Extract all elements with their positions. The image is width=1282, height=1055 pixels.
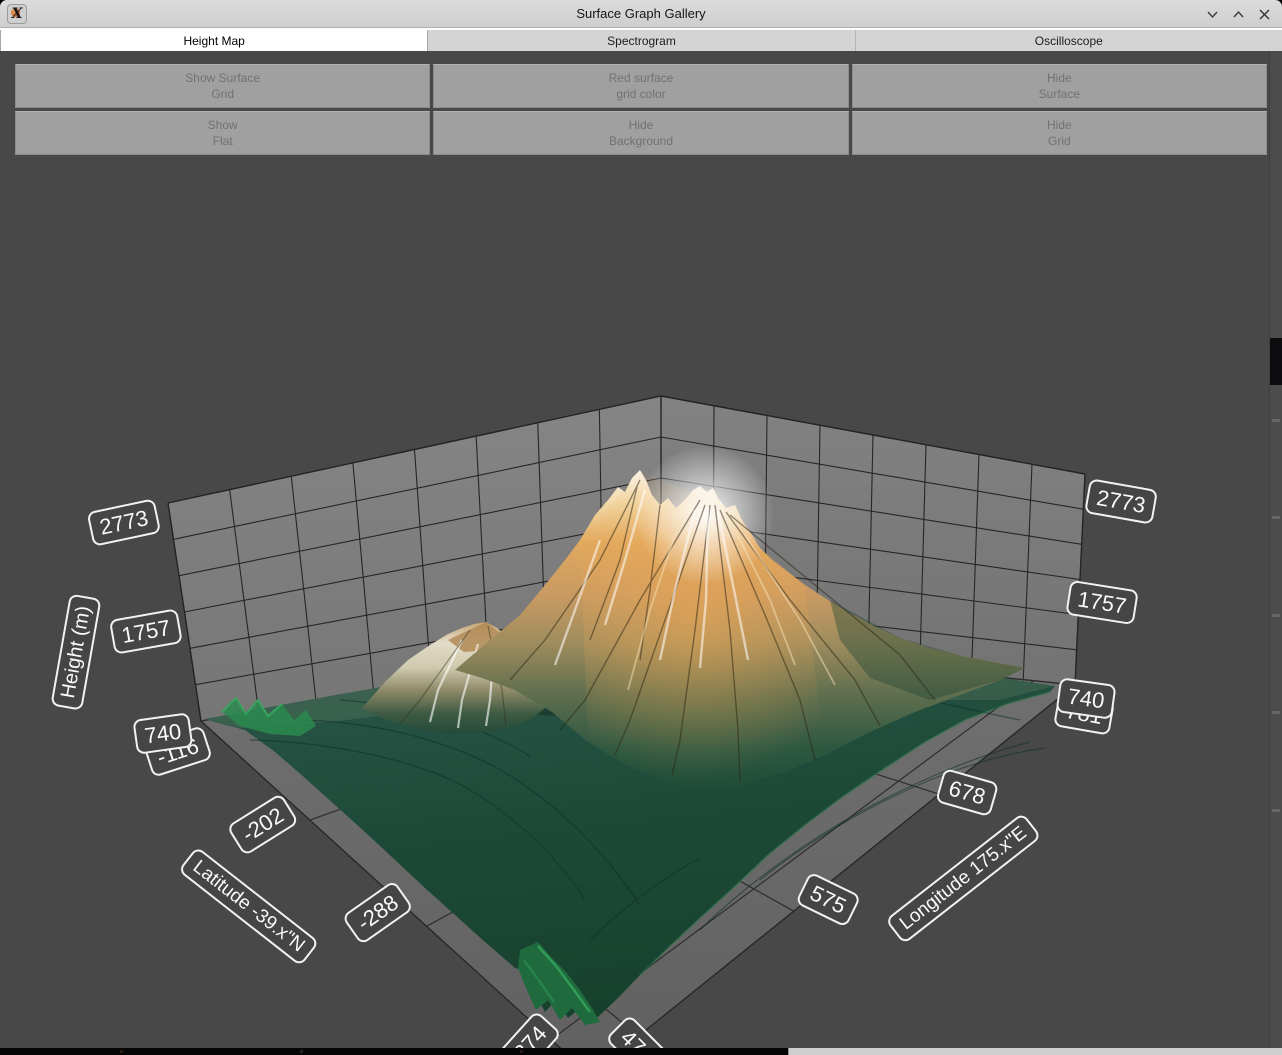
- tab-height-map[interactable]: Height Map: [0, 30, 428, 51]
- window-title: Surface Graph Gallery: [0, 6, 1282, 21]
- hide-surface-button[interactable]: HideSurface: [852, 64, 1267, 108]
- tick-height-right-2773: 2773: [1085, 479, 1157, 523]
- tick-height-left-1757: 1757: [110, 609, 182, 653]
- svg-text:Longitude 175.x"E: Longitude 175.x"E: [896, 823, 1031, 935]
- x11-logo-icon[interactable]: X: [7, 4, 27, 24]
- tick-longitude-678: 678: [936, 769, 998, 816]
- title-bar: X Surface Graph Gallery: [0, 0, 1282, 28]
- chevron-up-icon[interactable]: [1231, 7, 1246, 22]
- svg-text:Latitude -39.x"N: Latitude -39.x"N: [189, 856, 309, 956]
- content-area: Show SurfaceGrid Red surfacegrid color H…: [0, 51, 1282, 1048]
- desktop-strip: [0, 1048, 1282, 1055]
- taskbar-fragment-light: [788, 1048, 1282, 1055]
- tab-oscilloscope[interactable]: Oscilloscope: [856, 30, 1282, 51]
- tick-height-right-740: 740: [1057, 678, 1116, 718]
- chevron-down-icon[interactable]: [1205, 7, 1220, 22]
- axis-title-latitude: Latitude -39.x"N: [179, 848, 318, 965]
- surface-grid-color-button[interactable]: Red surfacegrid color: [433, 64, 848, 108]
- svg-text:740: 740: [1066, 684, 1106, 714]
- axis-title-longitude: Longitude 175.x"E: [886, 814, 1040, 943]
- hide-grid-button[interactable]: HideGrid: [852, 111, 1267, 155]
- axis-title-height: Height (m): [52, 595, 101, 710]
- tab-bar: Height Map Spectrogram Oscilloscope: [0, 28, 1282, 51]
- show-flat-button[interactable]: ShowFlat: [15, 111, 430, 155]
- close-x-icon[interactable]: [1257, 7, 1272, 22]
- tick-latitude--202: -202: [228, 794, 298, 855]
- show-surface-grid-button[interactable]: Show SurfaceGrid: [15, 64, 430, 108]
- surface-3d-plot[interactable]: -116 781 2773 1757 740 Height (m) 2773: [0, 51, 1282, 1048]
- screen: X Surface Graph Gallery Height Map Spect…: [0, 0, 1282, 1055]
- taskbar-fragment-dark: [0, 1048, 788, 1055]
- svg-text:740: 740: [143, 719, 183, 749]
- hide-background-button[interactable]: HideBackground: [433, 111, 848, 155]
- control-buttons: Show SurfaceGrid Red surfacegrid color H…: [0, 51, 1282, 155]
- window-controls: [1205, 0, 1272, 28]
- app-window: X Surface Graph Gallery Height Map Spect…: [0, 0, 1282, 1048]
- background-window-sliver: [1269, 51, 1282, 1048]
- tab-spectrogram[interactable]: Spectrogram: [428, 30, 855, 51]
- tick-height-left-2773: 2773: [88, 499, 160, 545]
- tick-height-left-740: 740: [134, 713, 193, 753]
- tick-longitude-575: 575: [796, 873, 860, 927]
